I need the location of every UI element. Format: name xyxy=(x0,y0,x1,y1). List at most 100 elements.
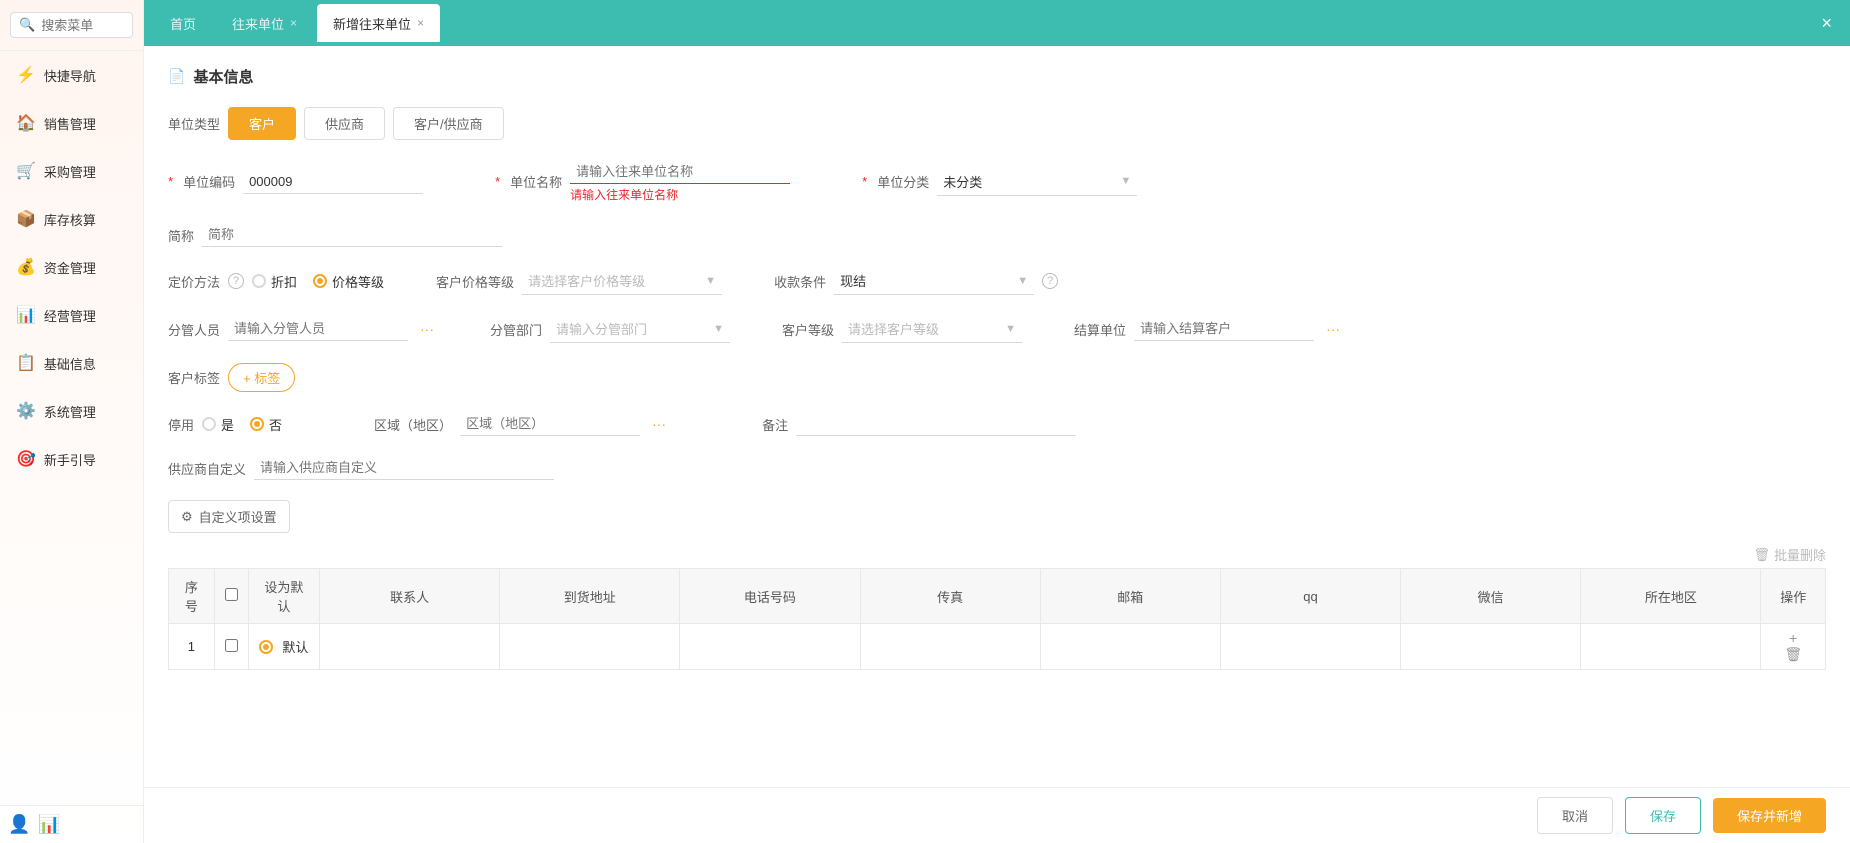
row-default-circle xyxy=(259,640,273,654)
pricing-radio-discount[interactable]: 折扣 xyxy=(252,272,297,291)
row-address-input[interactable] xyxy=(510,639,669,654)
tab-contacts-label: 往来单位 xyxy=(232,14,284,33)
row-wechat-input[interactable] xyxy=(1411,639,1570,654)
pricing-radio-price-level[interactable]: 价格等级 xyxy=(313,272,384,291)
remark-input[interactable] xyxy=(796,412,1076,436)
row-address[interactable] xyxy=(500,624,680,670)
row-contact[interactable] xyxy=(320,624,500,670)
col-phone: 电话号码 xyxy=(680,569,860,624)
supplier-custom-input[interactable] xyxy=(254,456,554,480)
row-delete-icon[interactable]: 🗑 xyxy=(1780,644,1806,664)
customer-tag-label: 客户标签 xyxy=(168,368,220,387)
region-input[interactable] xyxy=(460,412,640,436)
row-wechat[interactable] xyxy=(1401,624,1581,670)
quick-nav-icon: ⚡ xyxy=(16,65,36,85)
sidebar-search-box[interactable]: 🔍 xyxy=(10,12,133,38)
cancel-button[interactable]: 取消 xyxy=(1537,797,1613,834)
pricing-method-label: 定价方法 xyxy=(168,272,220,291)
row-default-label: 默认 xyxy=(282,637,308,656)
sidebar-search-container: 🔍 xyxy=(0,0,143,51)
row-select[interactable] xyxy=(225,639,238,652)
tab-bar-close-btn[interactable]: × xyxy=(1813,9,1840,38)
region-more-icon[interactable]: ··· xyxy=(648,416,670,432)
search-input[interactable] xyxy=(41,18,121,33)
content-area: 📄 基本信息 单位类型 客户 供应商 客户/供应商 * 单位编码 xyxy=(144,46,1850,787)
row-seq: 1 xyxy=(169,624,215,670)
row-email[interactable] xyxy=(1040,624,1220,670)
tab-new-contact[interactable]: 新增往来单位 × xyxy=(317,4,440,42)
batch-delete-label[interactable]: 批量删除 xyxy=(1774,545,1826,564)
row-phone[interactable] xyxy=(680,624,860,670)
short-name-input[interactable] xyxy=(202,223,502,247)
custom-settings-button[interactable]: ⚙ 自定义项设置 xyxy=(168,500,290,533)
customer-price-select[interactable]: 请选择客户价格等级 ▼ xyxy=(522,267,722,295)
unit-category-label: 单位分类 xyxy=(877,172,929,191)
row-qq[interactable] xyxy=(1220,624,1400,670)
row-default-radio[interactable]: 默认 xyxy=(259,637,309,656)
radio-no-circle xyxy=(250,417,264,431)
customer-price-placeholder: 请选择客户价格等级 xyxy=(528,271,701,290)
save-new-button[interactable]: 保存并新增 xyxy=(1713,798,1826,833)
type-btn-both[interactable]: 客户/供应商 xyxy=(393,107,504,140)
sidebar-item-purchase[interactable]: 🛒 采购管理 xyxy=(0,147,143,195)
sidebar-item-operation[interactable]: 📊 经营管理 xyxy=(0,291,143,339)
sidebar-item-basic[interactable]: 📋 基础信息 xyxy=(0,339,143,387)
settlement-more-icon[interactable]: ··· xyxy=(1322,321,1344,337)
col-address: 到货地址 xyxy=(500,569,680,624)
disable-field: 停用 是 否 xyxy=(168,415,282,434)
payment-condition-select[interactable]: 现结 ▼ xyxy=(834,267,1034,295)
unit-name-field: * 单位名称 请输入往来单位名称 xyxy=(495,160,790,203)
unit-code-input[interactable] xyxy=(243,170,423,194)
tab-new-contact-close[interactable]: × xyxy=(417,16,424,30)
operation-icon: 📊 xyxy=(16,305,36,325)
table-select-all[interactable] xyxy=(225,588,238,601)
row-contact-input[interactable] xyxy=(330,639,489,654)
customer-tag-row: 客户标签 + 标签 xyxy=(168,363,1826,392)
sidebar-item-quick-nav[interactable]: ⚡ 快捷导航 xyxy=(0,51,143,99)
tab-contacts[interactable]: 往来单位 × xyxy=(216,4,313,42)
customer-level-select[interactable]: 请选择客户等级 ▼ xyxy=(842,315,1022,343)
col-seq: 序号 xyxy=(169,569,215,624)
unit-code-required: * xyxy=(168,174,173,189)
disable-label: 停用 xyxy=(168,415,194,434)
manager-more-icon[interactable]: ··· xyxy=(416,321,438,337)
payment-help-icon[interactable]: ? xyxy=(1042,273,1058,289)
sidebar-user-icon[interactable]: 👤 xyxy=(8,814,30,835)
add-tag-button[interactable]: + 标签 xyxy=(228,363,295,392)
sidebar-item-label: 系统管理 xyxy=(44,402,96,421)
disable-radio-yes[interactable]: 是 xyxy=(202,415,234,434)
unit-category-select[interactable]: 未分类 ▼ xyxy=(937,168,1137,196)
disable-radio-no[interactable]: 否 xyxy=(250,415,282,434)
sidebar-item-sales[interactable]: 🏠 销售管理 xyxy=(0,99,143,147)
sidebar-item-inventory[interactable]: 📦 库存核算 xyxy=(0,195,143,243)
row-fax[interactable] xyxy=(860,624,1040,670)
save-button[interactable]: 保存 xyxy=(1625,797,1701,834)
tab-contacts-close[interactable]: × xyxy=(290,16,297,30)
unit-name-input[interactable] xyxy=(570,160,790,184)
unit-type-buttons: 客户 供应商 客户/供应商 xyxy=(228,107,504,140)
settlement-unit-input[interactable] xyxy=(1134,317,1314,341)
row-phone-input[interactable] xyxy=(690,639,849,654)
manager-input[interactable] xyxy=(228,317,408,341)
sidebar-settings-icon[interactable]: 📊 xyxy=(38,814,60,835)
type-btn-customer[interactable]: 客户 xyxy=(228,107,296,140)
row-region-input[interactable] xyxy=(1591,639,1750,654)
department-field: 分管部门 请输入分管部门 ▼ xyxy=(490,315,730,343)
sidebar-item-system[interactable]: ⚙️ 系统管理 xyxy=(0,387,143,435)
search-icon: 🔍 xyxy=(19,17,35,33)
row-fax-input[interactable] xyxy=(871,639,1030,654)
row-email-input[interactable] xyxy=(1051,639,1210,654)
type-btn-supplier[interactable]: 供应商 xyxy=(304,107,385,140)
table-header: 序号 设为默认 联系人 到货地址 电话号码 传真 邮箱 qq 微信 所在地区 操… xyxy=(169,569,1826,624)
manager-row: 分管人员 ··· 分管部门 请输入分管部门 ▼ 客户等级 请选择客户等级 ▼ xyxy=(168,315,1826,343)
sidebar-bottom: 👤 📊 xyxy=(0,805,143,843)
pricing-help-icon[interactable]: ? xyxy=(228,273,244,289)
bottom-bar: 取消 保存 保存并新增 xyxy=(144,787,1850,843)
row-region[interactable] xyxy=(1581,624,1761,670)
region-field: 区域（地区） ··· xyxy=(374,412,670,436)
sidebar-item-finance[interactable]: 💰 资金管理 xyxy=(0,243,143,291)
tab-home[interactable]: 首页 xyxy=(154,4,212,42)
row-qq-input[interactable] xyxy=(1231,639,1390,654)
sidebar-item-guide[interactable]: 🎯 新手引导 xyxy=(0,435,143,483)
department-select[interactable]: 请输入分管部门 ▼ xyxy=(550,315,730,343)
